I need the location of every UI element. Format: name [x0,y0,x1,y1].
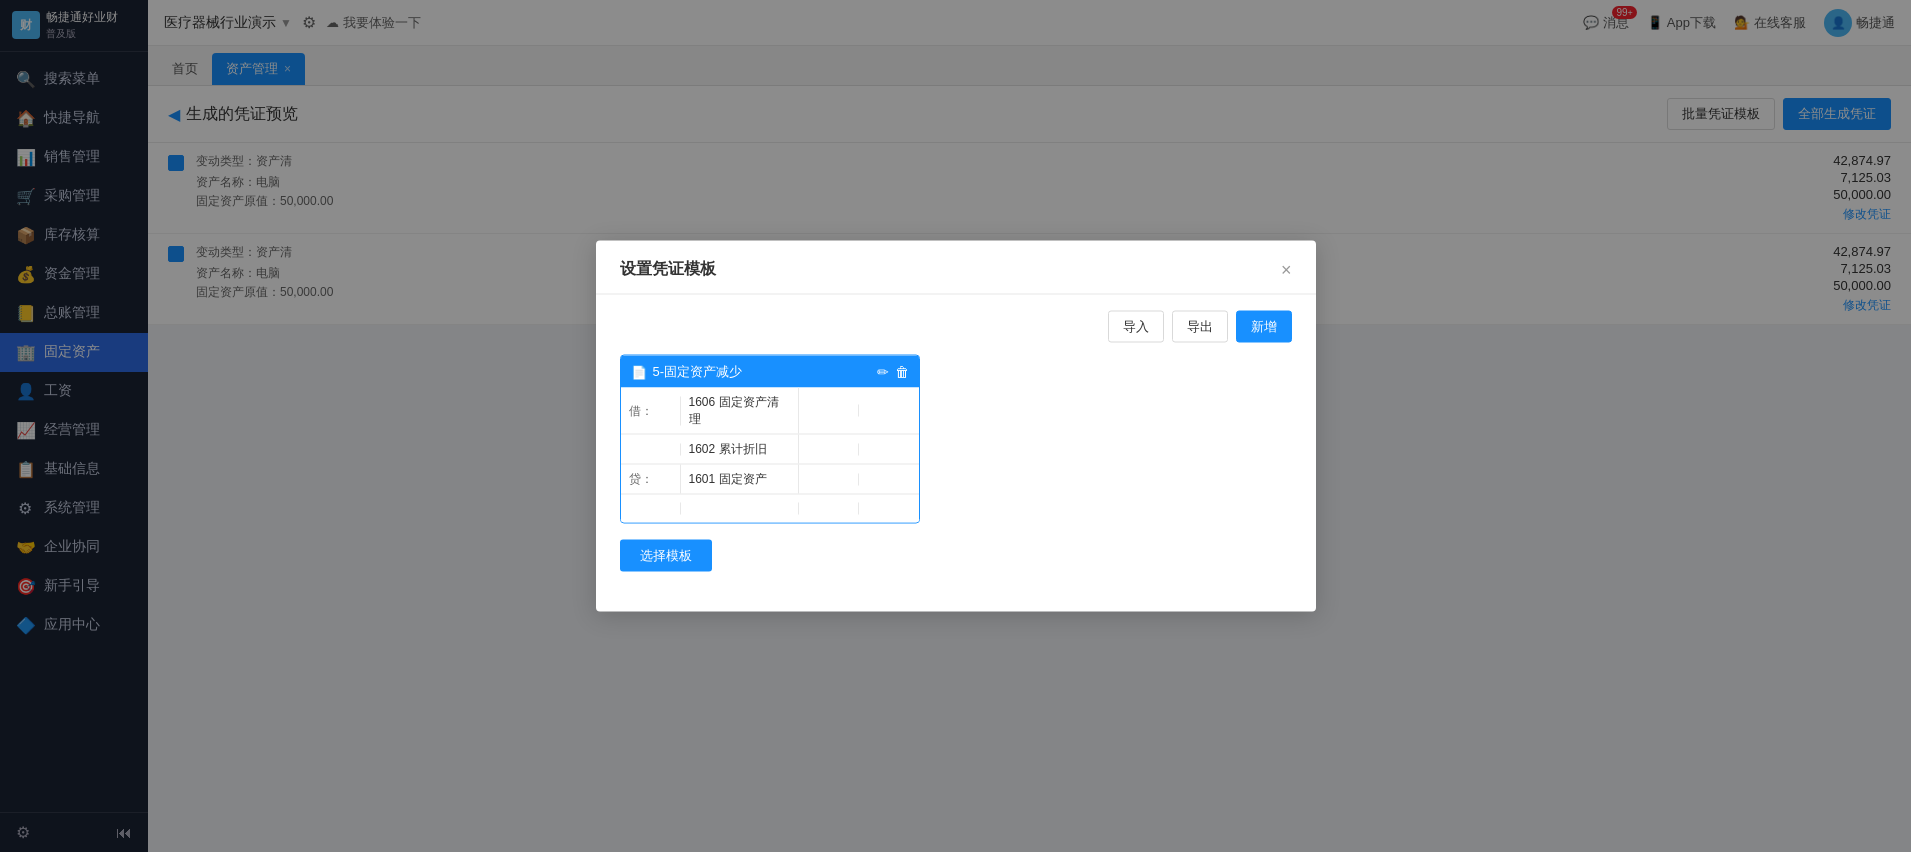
modal-title: 设置凭证模板 [620,259,716,280]
account-2: 1602 累计折旧 [681,435,799,464]
debit-1 [799,405,859,417]
new-template-btn[interactable]: 新增 [1236,311,1292,343]
modal-toolbar: 导入 导出 新增 [596,295,1316,355]
template-row-empty [621,495,919,523]
direction-3: 贷： [621,465,681,494]
edit-template-icon[interactable]: ✏ [877,364,889,380]
credit-2 [859,443,919,455]
template-row-2: 1602 累计折旧 [621,435,919,465]
template-card: 📄 5-固定资产减少 ✏ 🗑 借： 1606 固定资产清理 1602 累计 [620,355,920,524]
account-1: 1606 固定资产清理 [681,388,799,434]
template-card-header: 📄 5-固定资产减少 ✏ 🗑 [621,356,919,388]
direction-2 [621,443,681,455]
account-3: 1601 固定资产 [681,465,799,494]
credit-1 [859,405,919,417]
select-template-btn[interactable]: 选择模板 [620,540,712,572]
template-row-3: 贷： 1601 固定资产 [621,465,919,495]
modal-header: 设置凭证模板 × [596,241,1316,295]
debit-2 [799,443,859,455]
import-btn[interactable]: 导入 [1108,311,1164,343]
template-name: 5-固定资产减少 [653,363,743,381]
delete-template-icon[interactable]: 🗑 [895,364,909,380]
modal-body: 📄 5-固定资产减少 ✏ 🗑 借： 1606 固定资产清理 1602 累计 [596,355,1316,572]
credit-3 [859,473,919,485]
template-body: 借： 1606 固定资产清理 1602 累计折旧 贷： 1601 固定资产 [621,388,919,523]
export-btn[interactable]: 导出 [1172,311,1228,343]
template-header-left: 📄 5-固定资产减少 [631,363,743,381]
direction-1: 借： [621,396,681,425]
debit-3 [799,473,859,485]
template-doc-icon: 📄 [631,364,647,379]
voucher-template-modal: 设置凭证模板 × 导入 导出 新增 📄 5-固定资产减少 ✏ 🗑 借： 160 [596,241,1316,612]
template-header-actions: ✏ 🗑 [877,364,909,380]
template-row-1: 借： 1606 固定资产清理 [621,388,919,435]
modal-close-btn[interactable]: × [1281,260,1292,278]
